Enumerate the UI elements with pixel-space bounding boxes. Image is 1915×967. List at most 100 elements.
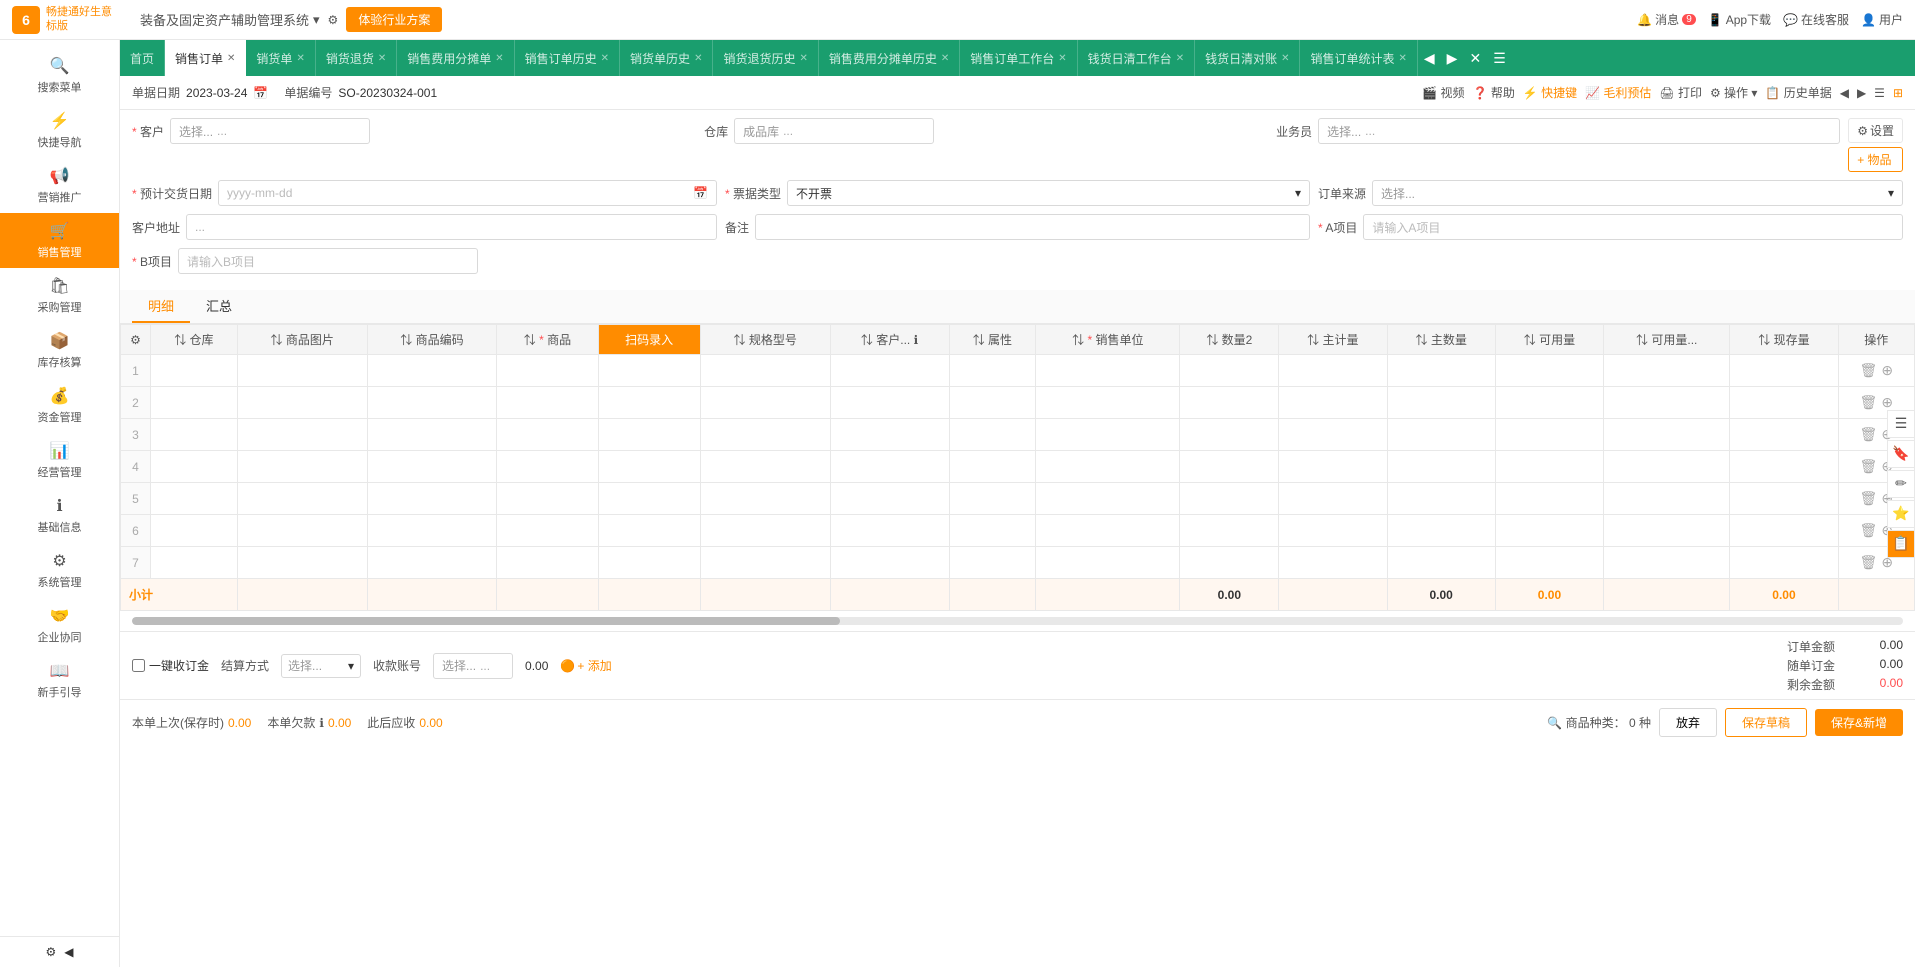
col-settings[interactable]: ⚙ [121,325,151,355]
calendar-icon[interactable]: 📅 [253,86,268,100]
col-warehouse[interactable]: ⇅ 仓库 [151,325,238,355]
layout-grid-icon[interactable]: ⊞ [1893,86,1903,100]
history-btn[interactable]: 📋 历史单据 [1765,84,1831,101]
tab-close-order-workbench[interactable]: ✕ [1058,53,1066,64]
layout-list-icon[interactable]: ☰ [1874,86,1885,100]
b-project-input[interactable]: 请输入B项目 [178,248,478,274]
nav-prev-icon[interactable]: ◀ [1840,86,1849,100]
sidebar-item-inventory[interactable]: 📦 库存核算 [0,323,119,378]
row-delete-icon[interactable]: 🗑 [1860,362,1878,379]
salesman-input[interactable]: 选择... ... [1318,118,1840,144]
user-avatar[interactable]: 👤 用户 [1861,11,1903,28]
tab-close-invoice-history[interactable]: ✕ [694,53,702,64]
float-btn-3[interactable]: ✏ [1887,470,1915,498]
col-available2[interactable]: ⇅ 可用量... [1604,325,1730,355]
tab-order-workbench[interactable]: 销售订单工作台 ✕ [960,40,1077,76]
tab-close-daily-workbench[interactable]: ✕ [1176,53,1184,64]
add-goods-btn[interactable]: + 物品 [1848,147,1903,172]
ticket-type-select[interactable]: 不开票 ▾ [787,180,1310,206]
tab-daily-workbench[interactable]: 钱货日清工作台 ✕ [1078,40,1195,76]
customer-input[interactable]: 选择... ... [170,118,370,144]
tab-home[interactable]: 首页 [120,40,165,76]
customer-address-input[interactable]: ... [186,214,717,240]
print-btn[interactable]: 🖨 打印 [1659,84,1702,101]
row-delete-icon[interactable]: 🗑 [1860,426,1878,443]
tab-order-stats[interactable]: 销售订单统计表 ✕ [1300,40,1417,76]
tab-close-order-history[interactable]: ✕ [601,53,609,64]
tab-close-return-history[interactable]: ✕ [799,53,807,64]
one-click-checkbox[interactable]: 一键收订金 [132,657,209,674]
col-product-code[interactable]: ⇅ 商品编码 [367,325,497,355]
add-payment-btn[interactable]: 🟠 + 添加 [560,657,611,674]
tab-daily-reconcile[interactable]: 钱货日清对账 ✕ [1195,40,1300,76]
tab-close-sales-return[interactable]: ✕ [378,53,386,64]
col-product-img[interactable]: ⇅ 商品图片 [237,325,367,355]
sidebar-collapse-icon[interactable]: ◀ [64,945,73,959]
sidebar-item-basicinfo[interactable]: ℹ 基础信息 [0,488,119,543]
tab-close-sales-invoice[interactable]: ✕ [296,53,304,64]
profit-preview-btn[interactable]: 📈 毛利预估 [1585,84,1651,101]
nav-next-icon[interactable]: ▶ [1857,86,1866,100]
float-btn-4[interactable]: ⭐ [1887,500,1915,528]
save-draft-btn[interactable]: 保存草稿 [1725,708,1807,737]
col-unit[interactable]: ⇅ * 销售单位 [1036,325,1180,355]
float-btn-5[interactable]: 📋 [1887,530,1915,558]
operate-btn[interactable]: ⚙ 操作 ▾ [1710,84,1757,101]
tab-close-sales-expense[interactable]: ✕ [495,53,503,64]
float-btn-1[interactable]: ☰ [1887,410,1915,438]
video-btn[interactable]: 🎬 视频 [1422,84,1464,101]
a-project-input[interactable]: 请输入A项目 [1363,214,1903,240]
sidebar-item-search[interactable]: 🔍 搜索菜单 [0,48,119,103]
remarks-input[interactable] [755,214,1310,240]
row-delete-icon[interactable]: 🗑 [1860,458,1878,475]
col-scan[interactable]: 扫码录入 [598,325,700,355]
tab-close-expense-history[interactable]: ✕ [941,53,949,64]
tab-sales-invoice[interactable]: 销货单 ✕ [246,40,315,76]
app-download-btn[interactable]: 📱 App下载 [1708,11,1771,28]
sidebar-item-system[interactable]: ⚙ 系统管理 [0,543,119,598]
settings-icon[interactable]: ⚙ [328,13,339,27]
sidebar-settings-icon[interactable]: ⚙ [46,945,57,959]
save-new-btn[interactable]: 保存&新增 [1815,709,1903,736]
tab-return-history[interactable]: 销货退货历史 ✕ [713,40,818,76]
row-copy-icon[interactable]: ⊕ [1881,394,1893,411]
sidebar-item-finance[interactable]: 💰 资金管理 [0,378,119,433]
row-delete-icon[interactable]: 🗑 [1860,522,1878,539]
tab-sales-return[interactable]: 销货退货 ✕ [316,40,397,76]
detail-tab-detail[interactable]: 明细 [132,290,190,323]
sidebar-item-sales[interactable]: 🛒 销售管理 [0,213,119,268]
sidebar-item-guide[interactable]: 📖 新手引导 [0,653,119,708]
col-qty2[interactable]: ⇅ 数量2 [1180,325,1279,355]
discard-btn[interactable]: 放弃 [1659,708,1717,737]
tab-sales-expense[interactable]: 销售费用分摊单 ✕ [397,40,514,76]
sidebar-item-quicknav[interactable]: ⚡ 快捷导航 [0,103,119,158]
online-service-btn[interactable]: 💬 在线客服 [1783,11,1849,28]
col-spec[interactable]: ⇅ 规格型号 [700,325,830,355]
col-customer-info[interactable]: ⇅ 客户... ℹ [830,325,949,355]
industry-solution-btn[interactable]: 体验行业方案 [346,7,442,32]
tab-close-sales-order[interactable]: ✕ [227,53,235,64]
scrollbar-thumb[interactable] [132,617,840,625]
system-name[interactable]: 装备及固定资产辅助管理系统 ▾ [140,10,320,29]
row-delete-icon[interactable]: 🗑 [1860,394,1878,411]
tab-expense-history[interactable]: 销售费用分摊单历史 ✕ [819,40,960,76]
sidebar-item-enterprise[interactable]: 🤝 企业协同 [0,598,119,653]
col-attribute[interactable]: ⇅ 属性 [949,325,1036,355]
tab-menu-btn[interactable]: ☰ [1487,40,1512,76]
sidebar-item-purchase[interactable]: 🛍 采购管理 [0,268,119,323]
tab-prev-btn[interactable]: ◀ [1418,40,1441,76]
warehouse-input[interactable]: 成品库 ... [734,118,934,144]
tab-close-daily-reconcile[interactable]: ✕ [1281,53,1289,64]
order-source-select[interactable]: 选择... ▾ [1372,180,1903,206]
shortcut-btn[interactable]: ⚡ 快捷键 [1523,84,1577,101]
row-delete-icon[interactable]: 🗑 [1860,490,1878,507]
tab-sales-order-history[interactable]: 销售订单历史 ✕ [515,40,620,76]
col-product[interactable]: ⇅ * 商品 [497,325,598,355]
messages-btn[interactable]: 🔔 消息 9 [1637,11,1696,28]
row-delete-icon[interactable]: 🗑 [1860,554,1878,571]
horizontal-scrollbar[interactable] [132,617,1903,625]
col-stock[interactable]: ⇅ 现存量 [1730,325,1838,355]
col-main-qty[interactable]: ⇅ 主数量 [1387,325,1495,355]
sidebar-item-operations[interactable]: 📊 经营管理 [0,433,119,488]
tab-next-btn[interactable]: ▶ [1441,40,1464,76]
